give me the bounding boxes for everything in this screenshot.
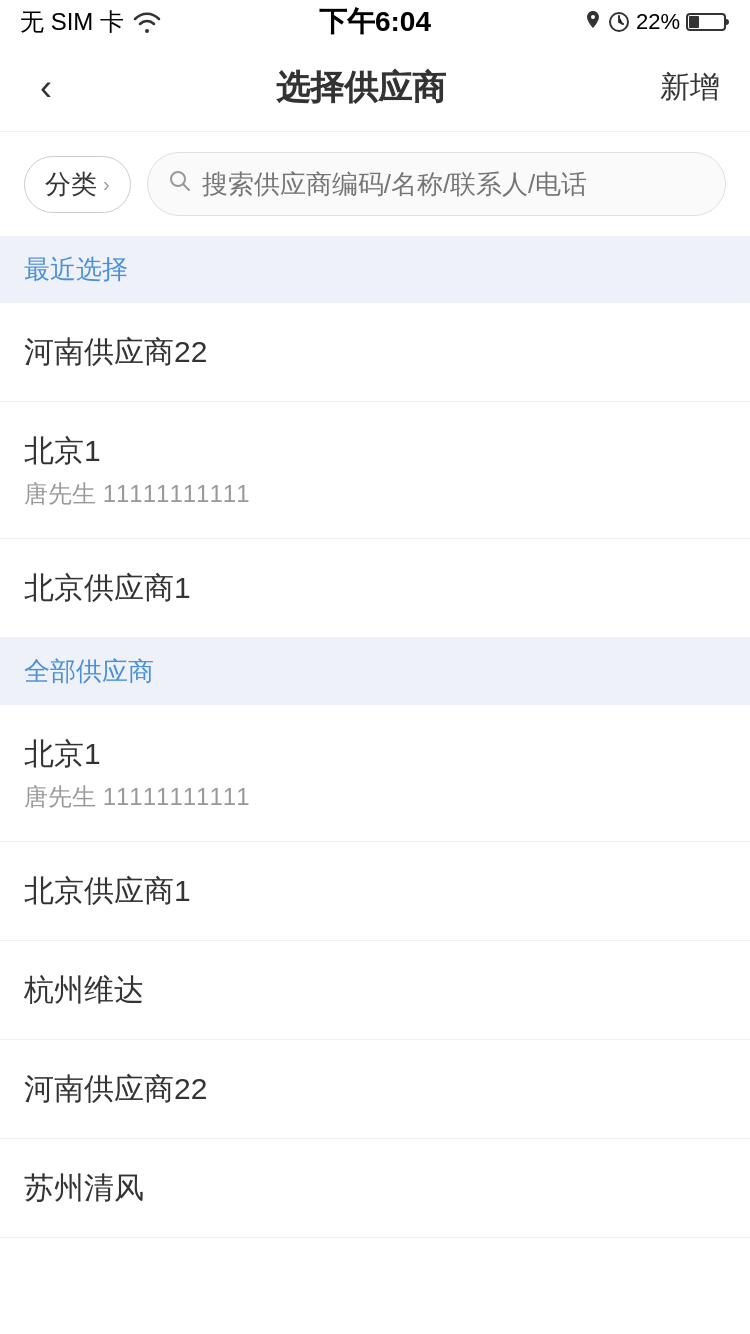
filter-area: 分类 › [0,132,750,236]
all-section-label: 全部供应商 [24,656,154,686]
all-item-4-name: 苏州清风 [24,1167,726,1209]
carrier-text: 无 SIM 卡 [20,6,124,38]
search-box[interactable] [147,152,726,216]
all-item-0-sub: 唐先生 11111111111 [24,781,726,813]
clock-icon [608,11,630,33]
location-icon [584,11,602,33]
all-item-4[interactable]: 苏州清风 [0,1139,750,1238]
nav-bar: ‹ 选择供应商 新增 [0,44,750,132]
recent-item-0[interactable]: 河南供应商22 [0,303,750,402]
category-label: 分类 [45,167,97,202]
recent-item-0-name: 河南供应商22 [24,331,726,373]
add-button[interactable]: 新增 [660,67,720,108]
svg-rect-2 [689,16,699,28]
recent-item-2[interactable]: 北京供应商1 [0,539,750,638]
back-button[interactable]: ‹ [30,57,62,119]
status-right: 22% [584,9,730,35]
category-button[interactable]: 分类 › [24,156,131,213]
status-bar: 无 SIM 卡 下午6:04 22% [0,0,750,44]
battery-icon [686,11,730,33]
all-item-0-name: 北京1 [24,733,726,775]
chevron-right-icon: › [103,173,110,196]
wifi-icon [132,11,162,33]
recent-item-1-name: 北京1 [24,430,726,472]
all-item-1[interactable]: 北京供应商1 [0,842,750,941]
recent-section-label: 最近选择 [24,254,128,284]
all-list: 北京1 唐先生 11111111111 北京供应商1 杭州维达 河南供应商22 … [0,705,750,1238]
all-item-3-name: 河南供应商22 [24,1068,726,1110]
search-icon [168,169,192,200]
all-item-1-name: 北京供应商1 [24,870,726,912]
all-item-3[interactable]: 河南供应商22 [0,1040,750,1139]
status-time: 下午6:04 [319,3,431,41]
all-section-header: 全部供应商 [0,638,750,705]
all-item-2[interactable]: 杭州维达 [0,941,750,1040]
recent-list: 河南供应商22 北京1 唐先生 11111111111 北京供应商1 [0,303,750,638]
all-item-0[interactable]: 北京1 唐先生 11111111111 [0,705,750,842]
recent-item-2-name: 北京供应商1 [24,567,726,609]
all-item-2-name: 杭州维达 [24,969,726,1011]
recent-item-1-sub: 唐先生 11111111111 [24,478,726,510]
page-title: 选择供应商 [276,65,446,111]
recent-item-1[interactable]: 北京1 唐先生 11111111111 [0,402,750,539]
search-input[interactable] [202,169,705,200]
recent-section-header: 最近选择 [0,236,750,303]
battery-text: 22% [636,9,680,35]
status-left: 无 SIM 卡 [20,6,162,38]
